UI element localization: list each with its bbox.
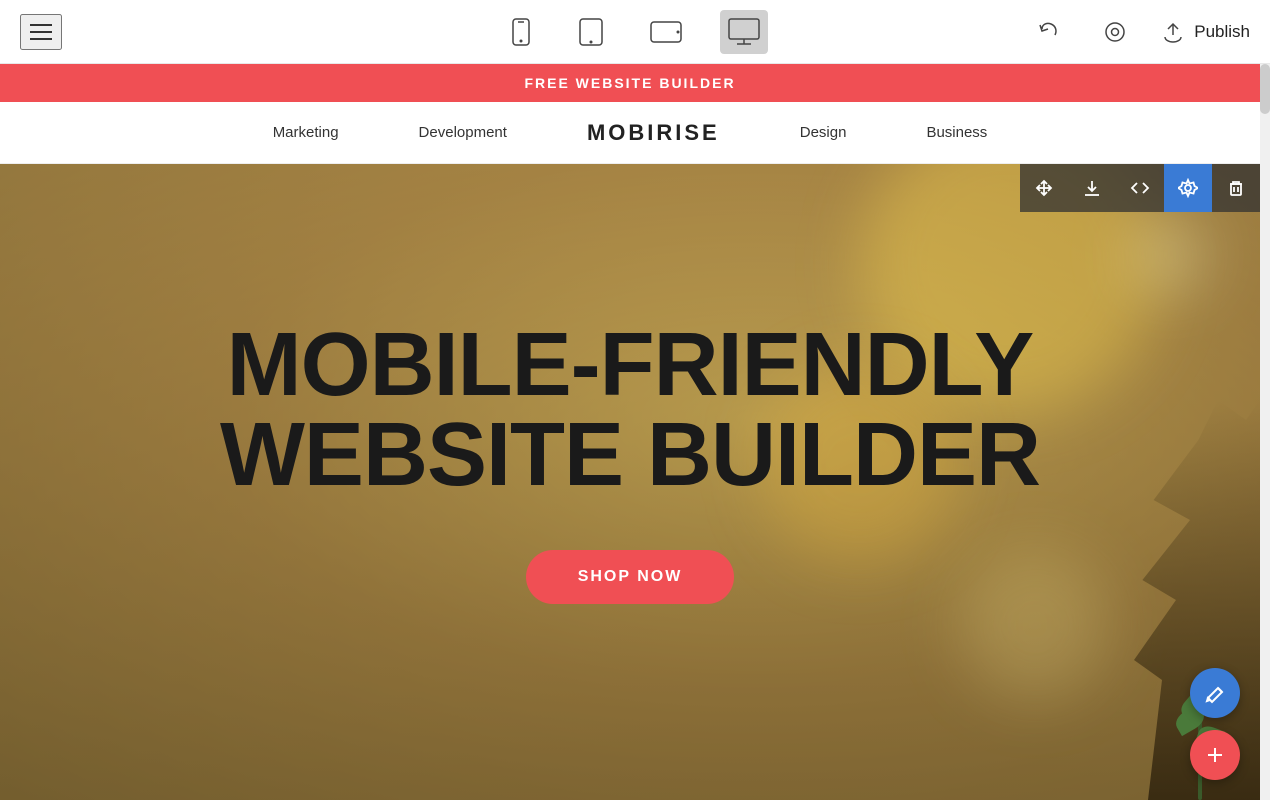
block-move-button[interactable] <box>1020 164 1068 212</box>
block-code-button[interactable] <box>1116 164 1164 212</box>
toolbar-left <box>20 14 62 50</box>
preview-button[interactable] <box>1094 11 1136 53</box>
publish-label: Publish <box>1194 22 1250 42</box>
hero-title: MOBILE-FRIENDLY WEBSITE BUILDER <box>220 320 1040 500</box>
shop-now-button[interactable]: SHOP NOW <box>526 550 735 604</box>
publish-button[interactable]: Publish <box>1160 19 1250 45</box>
desktop-view-button[interactable] <box>720 10 768 54</box>
nav-link-development[interactable]: Development <box>419 124 507 141</box>
fab-container <box>1190 668 1240 780</box>
block-settings-button[interactable] <box>1164 164 1212 212</box>
scrollbar[interactable] <box>1260 64 1270 800</box>
toolbar-right: Publish <box>1028 11 1250 53</box>
add-fab-button[interactable] <box>1190 730 1240 780</box>
tablet-landscape-button[interactable] <box>642 12 690 52</box>
content-area: FREE WEBSITE BUILDER Marketing Developme… <box>0 64 1260 800</box>
edit-fab-button[interactable] <box>1190 668 1240 718</box>
promo-banner: FREE WEBSITE BUILDER <box>0 64 1260 102</box>
block-download-button[interactable] <box>1068 164 1116 212</box>
nav-link-design[interactable]: Design <box>800 124 847 141</box>
top-toolbar: Publish <box>0 0 1270 64</box>
mobile-view-button[interactable] <box>502 10 540 54</box>
block-delete-button[interactable] <box>1212 164 1260 212</box>
device-switcher <box>502 10 768 54</box>
hero-title-line1: MOBILE-FRIENDLY <box>227 315 1034 415</box>
hero-section: MOBILE-FRIENDLY WEBSITE BUILDER SHOP NOW <box>0 164 1260 800</box>
navigation-bar: Marketing Development MOBIRISE Design Bu… <box>0 102 1260 164</box>
nav-brand: MOBIRISE <box>587 120 720 146</box>
hero-title-line2: WEBSITE BUILDER <box>220 405 1040 505</box>
tablet-view-button[interactable] <box>570 10 612 54</box>
nav-link-business[interactable]: Business <box>926 124 987 141</box>
menu-button[interactable] <box>20 14 62 50</box>
undo-button[interactable] <box>1028 11 1070 53</box>
nav-link-marketing[interactable]: Marketing <box>273 124 339 141</box>
promo-text: FREE WEBSITE BUILDER <box>524 75 735 91</box>
hero-content: MOBILE-FRIENDLY WEBSITE BUILDER SHOP NOW <box>0 164 1260 800</box>
scrollbar-thumb[interactable] <box>1260 64 1270 114</box>
block-controls <box>1020 164 1260 212</box>
